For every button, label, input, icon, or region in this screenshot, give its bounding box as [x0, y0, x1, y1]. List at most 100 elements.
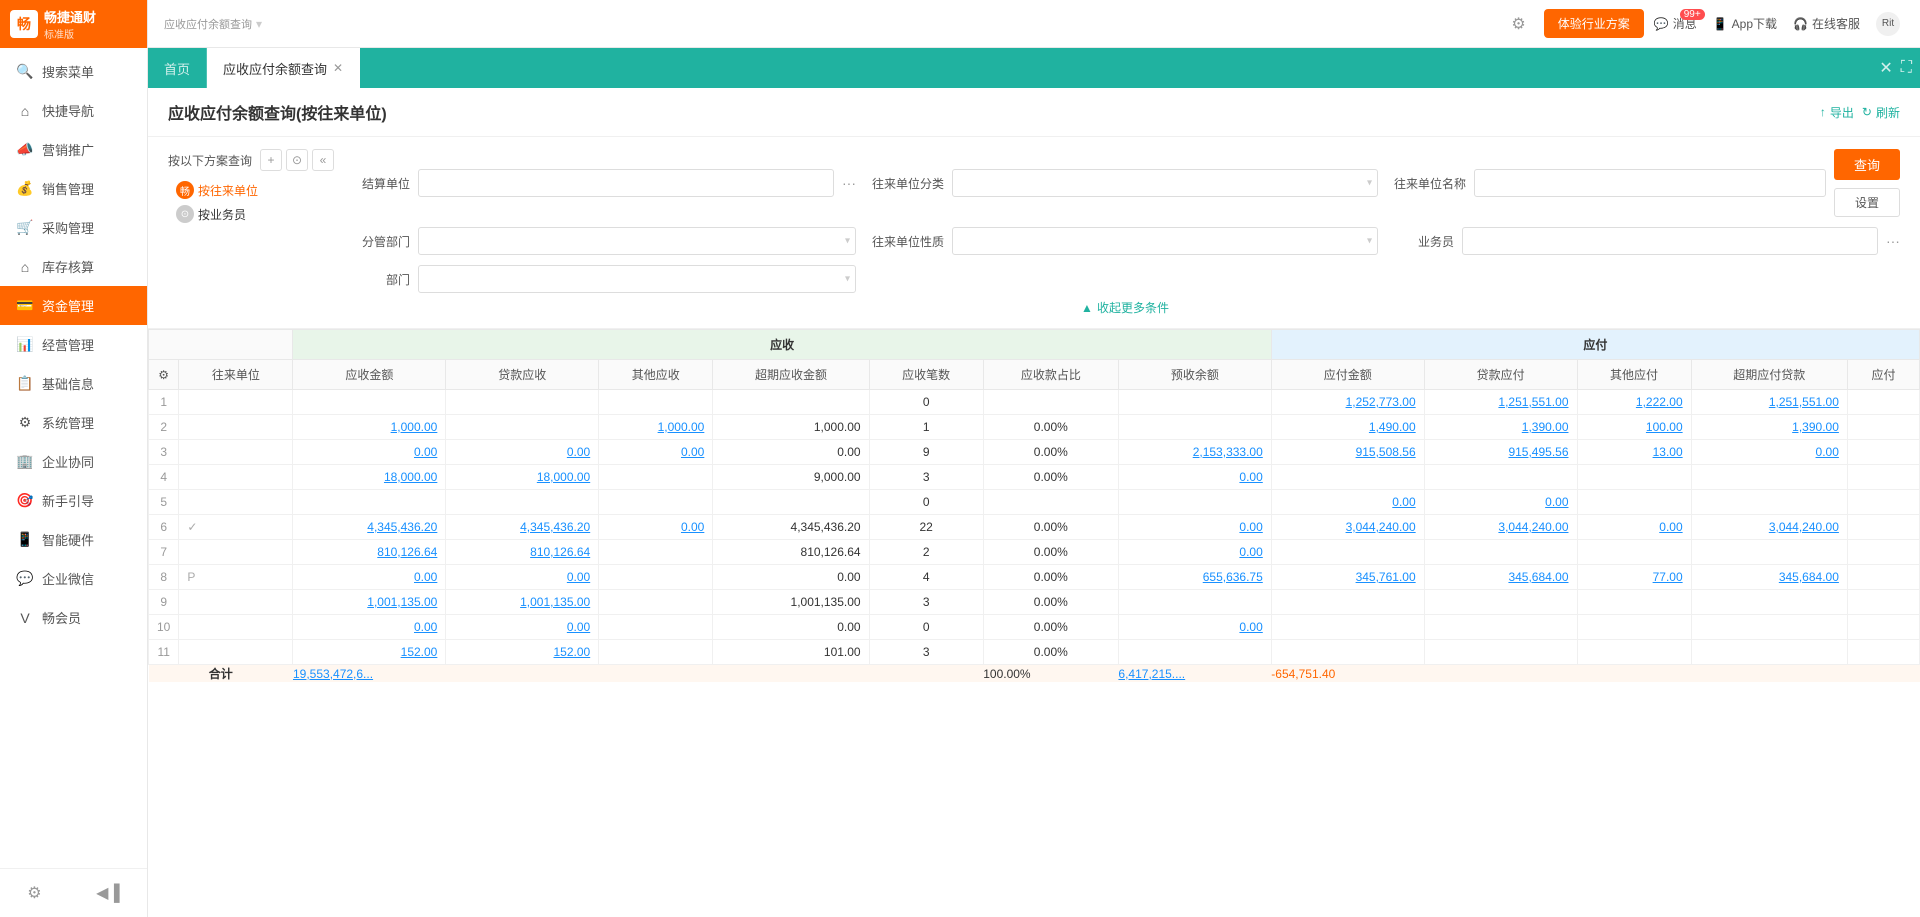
- cell-prepay[interactable]: 2,153,333.00: [1118, 440, 1271, 465]
- cell-ap-other[interactable]: 13.00: [1577, 440, 1691, 465]
- msg-btn[interactable]: 💬 消息 99+: [1654, 15, 1697, 32]
- cell-ar-loan[interactable]: 18,000.00: [446, 465, 599, 490]
- cell-ap-other[interactable]: 77.00: [1577, 565, 1691, 590]
- cell-ar-loan[interactable]: 4,345,436.20: [446, 515, 599, 540]
- sidebar-item-capital[interactable]: 💳 资金管理: [0, 286, 147, 325]
- sidebar-item-wechat[interactable]: 💬 企业微信: [0, 559, 147, 598]
- salesperson-dots[interactable]: ···: [1886, 233, 1900, 249]
- sidebar-item-basic[interactable]: 📋 基础信息: [0, 364, 147, 403]
- sidebar-item-inventory[interactable]: ⌂ 库存核算: [0, 247, 147, 286]
- sidebar-item-guide[interactable]: 🎯 新手引导: [0, 481, 147, 520]
- cell-ar-loan[interactable]: 1,001,135.00: [446, 590, 599, 615]
- th-settings[interactable]: ⚙: [149, 360, 179, 390]
- dept-select[interactable]: [418, 265, 856, 293]
- refresh-button[interactable]: ↻ 刷新: [1862, 104, 1900, 121]
- cell-ap-loan[interactable]: 0.00: [1424, 490, 1577, 515]
- cell-ar-amount[interactable]: 18,000.00: [293, 465, 446, 490]
- collapse-more-btn[interactable]: ▲ 收起更多条件: [350, 299, 1900, 316]
- cell-ar-amount[interactable]: 1,000.00: [293, 415, 446, 440]
- cell-ar-count: 3: [869, 590, 983, 615]
- cell-ap-loan[interactable]: 3,044,240.00: [1424, 515, 1577, 540]
- cell-prepay[interactable]: 0.00: [1118, 465, 1271, 490]
- cell-ap-loan[interactable]: 915,495.56: [1424, 440, 1577, 465]
- app-download-btn[interactable]: 📱 App下载: [1713, 15, 1777, 32]
- sidebar-item-sales[interactable]: 💰 销售管理: [0, 169, 147, 208]
- cell-ap-loan[interactable]: 1,251,551.00: [1424, 390, 1577, 415]
- cell-ar-other[interactable]: 1,000.00: [599, 415, 713, 440]
- cell-ap-overdue[interactable]: 345,684.00: [1691, 565, 1847, 590]
- sidebar-item-enterprise[interactable]: 🏢 企业协同: [0, 442, 147, 481]
- service-btn[interactable]: 🎧 在线客服: [1793, 15, 1860, 32]
- user-menu[interactable]: Rit: [1876, 12, 1904, 36]
- scheme-edit-btn[interactable]: ⊙: [286, 149, 308, 171]
- sidebar-item-member[interactable]: V 畅会员: [0, 598, 147, 637]
- cell-prepay[interactable]: 655,636.75: [1118, 565, 1271, 590]
- cell-ap-amount[interactable]: 1,252,773.00: [1271, 390, 1424, 415]
- dept-manage-select[interactable]: [418, 227, 856, 255]
- scheme-add-btn[interactable]: +: [260, 149, 282, 171]
- sidebar-item-hardware[interactable]: 📱 智能硬件: [0, 520, 147, 559]
- cell-ar-loan[interactable]: 810,126.64: [446, 540, 599, 565]
- cell-ar-amount[interactable]: 152.00: [293, 640, 446, 665]
- cell-ar-amount[interactable]: 1,001,135.00: [293, 590, 446, 615]
- service-label: 在线客服: [1812, 15, 1860, 32]
- gear-icon[interactable]: ⚙: [1511, 14, 1525, 34]
- cell-prepay[interactable]: 0.00: [1118, 515, 1271, 540]
- cell-ar-amount[interactable]: 810,126.64: [293, 540, 446, 565]
- setting-button[interactable]: 设置: [1834, 188, 1900, 217]
- cell-ar-loan[interactable]: 0.00: [446, 565, 599, 590]
- unit-category-select[interactable]: [952, 169, 1378, 197]
- cell-ap-amount[interactable]: 0.00: [1271, 490, 1424, 515]
- cell-ar-amount[interactable]: 0.00: [293, 565, 446, 590]
- cell-ap-other[interactable]: 1,222.00: [1577, 390, 1691, 415]
- export-button[interactable]: ↑ 导出: [1820, 104, 1854, 121]
- sidebar-item-operation[interactable]: 📊 经营管理: [0, 325, 147, 364]
- cell-ap-overdue[interactable]: 3,044,240.00: [1691, 515, 1847, 540]
- tab-home[interactable]: 首页: [148, 48, 207, 88]
- cell-ap-overdue[interactable]: 0.00: [1691, 440, 1847, 465]
- tab-close-icon[interactable]: ✕: [333, 61, 343, 75]
- footer-prepay[interactable]: 6,417,215....: [1118, 665, 1271, 683]
- cell-ap-other[interactable]: 0.00: [1577, 515, 1691, 540]
- cell-ar-amount[interactable]: 0.00: [293, 615, 446, 640]
- cell-ar-amount[interactable]: 4,345,436.20: [293, 515, 446, 540]
- scheme-by-unit[interactable]: 畅 按往来单位: [176, 181, 334, 199]
- settlement-unit-input[interactable]: [418, 169, 834, 197]
- tab-arquery[interactable]: 应收应付余额查询 ✕: [207, 48, 360, 88]
- sidebar-item-purchase[interactable]: 🛒 采购管理: [0, 208, 147, 247]
- cell-ar-loan[interactable]: 0.00: [446, 615, 599, 640]
- cell-ar-amount[interactable]: 0.00: [293, 440, 446, 465]
- cell-ap-loan[interactable]: 345,684.00: [1424, 565, 1577, 590]
- cell-prepay[interactable]: 0.00: [1118, 540, 1271, 565]
- cell-ar-other[interactable]: 0.00: [599, 440, 713, 465]
- sidebar-item-marketing[interactable]: 📣 营销推广: [0, 130, 147, 169]
- cell-ap-amount[interactable]: 915,508.56: [1271, 440, 1424, 465]
- cell-ap-amount[interactable]: 1,490.00: [1271, 415, 1424, 440]
- cell-ap-overdue[interactable]: 1,390.00: [1691, 415, 1847, 440]
- sidebar-settings-btn[interactable]: ⚙: [17, 877, 51, 909]
- cell-ap-amount[interactable]: 345,761.00: [1271, 565, 1424, 590]
- cell-ap-amount[interactable]: 3,044,240.00: [1271, 515, 1424, 540]
- sidebar-collapse-btn[interactable]: ◀▐: [86, 877, 130, 909]
- footer-ar-total[interactable]: 19,553,472,6...: [293, 665, 446, 683]
- promo-button[interactable]: 体验行业方案: [1544, 9, 1644, 38]
- settlement-dots[interactable]: ···: [842, 175, 856, 191]
- salesperson-input[interactable]: [1462, 227, 1878, 255]
- query-button[interactable]: 查询: [1834, 149, 1900, 180]
- sidebar-item-search[interactable]: 🔍 搜索菜单: [0, 52, 147, 91]
- scheme-by-staff[interactable]: ⊙ 按业务员: [176, 205, 334, 223]
- cell-prepay[interactable]: 0.00: [1118, 615, 1271, 640]
- cell-ar-other[interactable]: 0.00: [599, 515, 713, 540]
- cell-ar-loan[interactable]: 152.00: [446, 640, 599, 665]
- cell-ap-other[interactable]: 100.00: [1577, 415, 1691, 440]
- sidebar-item-quicknav[interactable]: ⌂ 快捷导航: [0, 91, 147, 130]
- unit-name-input[interactable]: [1474, 169, 1826, 197]
- scheme-collapse-btn[interactable]: «: [312, 149, 334, 171]
- tab-maximize-btn[interactable]: ⛶: [1901, 59, 1912, 77]
- cell-ap-overdue[interactable]: 1,251,551.00: [1691, 390, 1847, 415]
- unit-nature-select[interactable]: [952, 227, 1378, 255]
- tab-close-btn[interactable]: ✕: [1879, 58, 1892, 78]
- cell-ar-loan[interactable]: 0.00: [446, 440, 599, 465]
- sidebar-item-system[interactable]: ⚙ 系统管理: [0, 403, 147, 442]
- cell-ap-loan[interactable]: 1,390.00: [1424, 415, 1577, 440]
